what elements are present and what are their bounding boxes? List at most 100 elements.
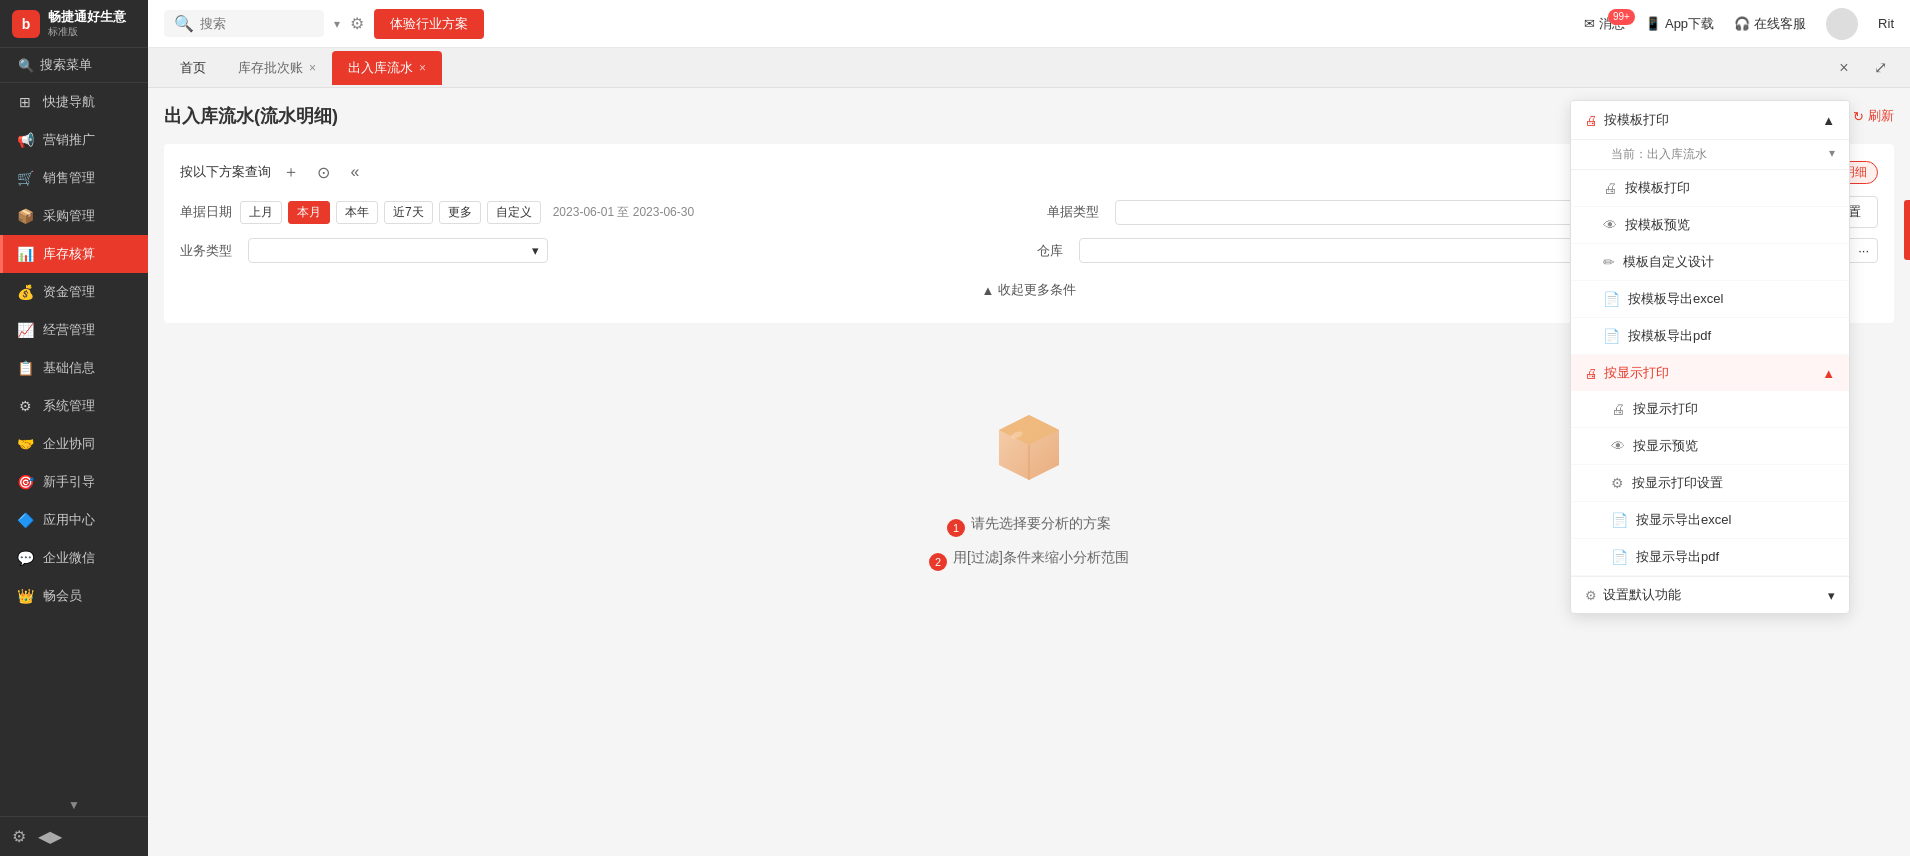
- date-btn-custom[interactable]: 自定义: [487, 201, 541, 224]
- sidebar-item-collab[interactable]: 🤝 企业协同: [0, 425, 148, 463]
- tab-batch-close[interactable]: ×: [309, 61, 316, 75]
- template-pdf-icon: 📄: [1603, 328, 1620, 344]
- dropdown-item-display-print-setting[interactable]: ⚙ 按显示打印设置: [1571, 465, 1849, 502]
- app-logo-icon: b: [12, 10, 40, 38]
- basic-icon: 📋: [15, 360, 35, 376]
- date-btn-this-month[interactable]: 本月: [288, 201, 330, 224]
- display-print-icon: 🖨: [1611, 401, 1625, 417]
- sidebar-item-quick-nav[interactable]: ⊞ 快捷导航: [0, 83, 148, 121]
- dropdown-item-display-print[interactable]: 🖨 按显示打印: [1571, 391, 1849, 428]
- topbar-chevron-icon[interactable]: ▾: [334, 17, 340, 31]
- quick-nav-icon: ⊞: [15, 94, 35, 110]
- footer-settings-icon: ⚙: [1585, 588, 1597, 603]
- app-logo-text: 畅捷通好生意 标准版: [48, 9, 126, 39]
- topbar-online-service[interactable]: 🎧 在线客服: [1734, 15, 1806, 33]
- display-excel-icon: 📄: [1611, 512, 1628, 528]
- user-avatar[interactable]: [1826, 8, 1858, 40]
- sidebar-item-sales[interactable]: 🛒 销售管理: [0, 159, 148, 197]
- date-quick-buttons: 上月 本月 本年 近7天 更多 自定义: [240, 201, 541, 224]
- dropdown-item-display-pdf[interactable]: 📄 按显示导出pdf: [1571, 539, 1849, 576]
- topbar-search-box[interactable]: 🔍: [164, 10, 324, 37]
- dropdown-item-template-pdf[interactable]: 📄 按模板导出pdf: [1571, 318, 1849, 355]
- chevron-up-icon2: ▲: [982, 283, 995, 298]
- current-chevron-icon: ▾: [1829, 146, 1835, 160]
- date-btn-7days[interactable]: 近7天: [384, 201, 433, 224]
- purchase-icon: 📦: [15, 208, 35, 224]
- maximize-window-btn[interactable]: ⤢: [1866, 54, 1894, 82]
- sidebar-bottom: ⚙ ◀▶: [0, 816, 148, 856]
- topbar-search-input[interactable]: [200, 16, 300, 31]
- sales-icon: 🛒: [15, 170, 35, 186]
- inventory-icon: 📊: [15, 246, 35, 262]
- sidebar-scroll-down[interactable]: ▼: [0, 794, 148, 816]
- dropdown-item-template-print[interactable]: 🖨 按模板打印: [1571, 170, 1849, 207]
- settings-icon[interactable]: ⚙: [12, 827, 26, 846]
- tab-home[interactable]: 首页: [164, 51, 222, 85]
- date-btn-more[interactable]: 更多: [439, 201, 481, 224]
- footer-chevron-down-icon: ▾: [1828, 588, 1835, 603]
- template-custom-icon: ✏: [1603, 254, 1615, 270]
- tab-flow[interactable]: 出入库流水 ×: [332, 51, 442, 85]
- search-icon: 🔍: [18, 58, 34, 73]
- phone-icon: 📱: [1645, 16, 1661, 31]
- date-btn-this-year[interactable]: 本年: [336, 201, 378, 224]
- template-print-header-icon: 🖨: [1585, 113, 1598, 128]
- template-print-section-header[interactable]: 🖨 按模板打印 ▲: [1571, 101, 1849, 140]
- industry-btn[interactable]: 体验行业方案: [374, 9, 484, 39]
- sidebar-logo: b 畅捷通好生意 标准版: [0, 0, 148, 48]
- topbar-search-icon: 🔍: [174, 14, 194, 33]
- app-center-icon: 🔷: [15, 512, 35, 528]
- dropdown-item-display-preview[interactable]: 👁 按显示预览: [1571, 428, 1849, 465]
- sidebar-item-finance[interactable]: 💰 资金管理: [0, 273, 148, 311]
- date-btn-last-month[interactable]: 上月: [240, 201, 282, 224]
- collapse-icon[interactable]: ◀▶: [38, 827, 62, 846]
- filter-setting-btn[interactable]: ⊙: [311, 160, 335, 184]
- sidebar-item-app-center[interactable]: 🔷 应用中心: [0, 501, 148, 539]
- sidebar-item-inventory[interactable]: 📊 库存核算: [0, 235, 148, 273]
- service-icon: 🎧: [1734, 16, 1750, 31]
- dropdown-item-template-excel[interactable]: 📄 按模板导出excel: [1571, 281, 1849, 318]
- topbar-gear-icon[interactable]: ⚙: [350, 14, 364, 33]
- refresh-btn[interactable]: ↻ 刷新: [1853, 107, 1894, 125]
- filter-add-btn[interactable]: ＋: [279, 160, 303, 184]
- sidebar-item-marketing[interactable]: 📢 营销推广: [0, 121, 148, 159]
- tab-flow-close[interactable]: ×: [419, 61, 426, 75]
- right-edge-bar: [1904, 200, 1910, 260]
- dropdown-item-template-preview[interactable]: 👁 按模板预览: [1571, 207, 1849, 244]
- tab-controls: × ⤢: [1830, 54, 1894, 82]
- topbar-message[interactable]: ✉ 消息 99+: [1584, 15, 1625, 33]
- dropdown-item-template-custom[interactable]: ✏ 模板自定义设计: [1571, 244, 1849, 281]
- dropdown-panel: 🖨 按模板打印 ▲ 当前：出入库流水 ▾ 🖨 按模板打印 👁 按模板预览 ✏ 模…: [1570, 100, 1850, 614]
- dropdown-current-label: 当前：出入库流水 ▾: [1571, 140, 1849, 170]
- business-type-select[interactable]: ▾: [248, 238, 548, 263]
- sidebar-item-purchase[interactable]: 📦 采购管理: [0, 197, 148, 235]
- template-print-item-icon: 🖨: [1603, 180, 1617, 196]
- display-print-subsection: 🖨 按显示打印 ▲: [1571, 355, 1849, 391]
- sidebar-item-guide[interactable]: 🎯 新手引导: [0, 463, 148, 501]
- tab-batch[interactable]: 库存批次账 ×: [222, 51, 332, 85]
- collab-icon: 🤝: [15, 436, 35, 452]
- close-window-btn[interactable]: ×: [1830, 54, 1858, 82]
- hint-1-num: 1: [947, 519, 965, 537]
- dropdown-footer-default[interactable]: ⚙ 设置默认功能 ▾: [1571, 576, 1849, 613]
- message-badge: 99+: [1608, 9, 1635, 25]
- topbar: 🔍 ▾ ⚙ 体验行业方案 ✉ 消息 99+ 📱 App下载 🎧 在线客服 Rit: [148, 0, 1910, 48]
- display-print-setting-icon: ⚙: [1611, 475, 1624, 491]
- sidebar-item-member[interactable]: 👑 畅会员: [0, 577, 148, 615]
- username[interactable]: Rit: [1878, 16, 1894, 31]
- sidebar-nav: ⊞ 快捷导航 📢 营销推广 🛒 销售管理 📦 采购管理 📊 库存核算 💰 资金管…: [0, 83, 148, 794]
- filter-collapse-btn[interactable]: «: [343, 160, 367, 184]
- display-print-header-icon: 🖨: [1585, 366, 1598, 381]
- sidebar-item-operation[interactable]: 📈 经营管理: [0, 311, 148, 349]
- topbar-app-download[interactable]: 📱 App下载: [1645, 15, 1714, 33]
- sidebar-item-wechat[interactable]: 💬 企业微信: [0, 539, 148, 577]
- sidebar-item-system[interactable]: ⚙ 系统管理: [0, 387, 148, 425]
- template-preview-icon: 👁: [1603, 217, 1617, 233]
- marketing-icon: 📢: [15, 132, 35, 148]
- display-print-section-header[interactable]: 🖨 按显示打印 ▲: [1571, 355, 1849, 391]
- sidebar-search[interactable]: 🔍 搜索菜单: [0, 48, 148, 83]
- date-range: 2023-06-01 至 2023-06-30: [553, 204, 694, 221]
- refresh-icon: ↻: [1853, 109, 1864, 124]
- sidebar-item-basic[interactable]: 📋 基础信息: [0, 349, 148, 387]
- dropdown-item-display-excel[interactable]: 📄 按显示导出excel: [1571, 502, 1849, 539]
